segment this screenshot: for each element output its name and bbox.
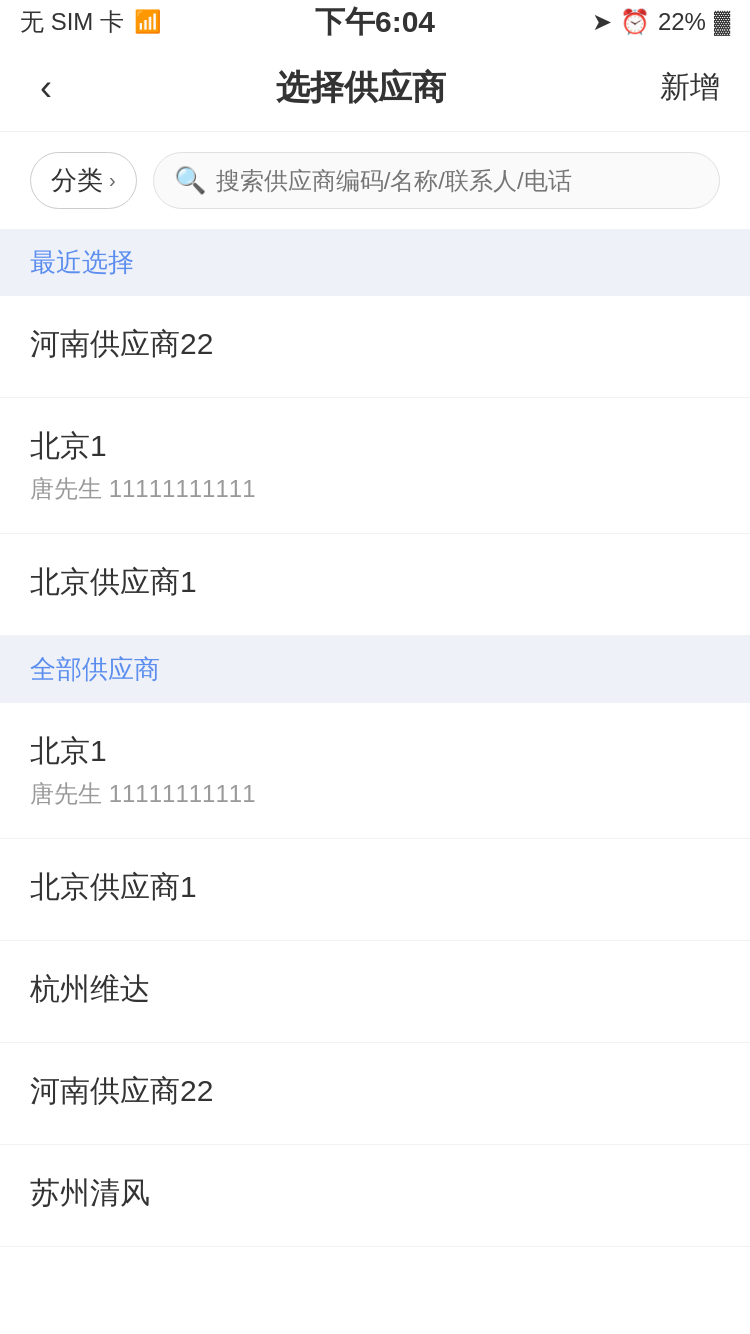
category-button[interactable]: 分类 › <box>30 152 137 209</box>
location-icon: ➤ <box>592 8 612 36</box>
recent-item-1[interactable]: 北京1 唐先生 11111111111 <box>0 398 750 534</box>
page-title: 选择供应商 <box>276 65 446 111</box>
status-right: ➤ ⏰ 22% ▓ <box>592 8 730 36</box>
filter-bar: 分类 › 🔍 <box>0 132 750 229</box>
all-item-name-4: 苏州清风 <box>30 1173 720 1214</box>
recent-section-header: 最近选择 <box>0 229 750 296</box>
search-box[interactable]: 🔍 <box>153 152 720 209</box>
all-item-name-2: 杭州维达 <box>30 969 720 1010</box>
all-item-name-1: 北京供应商1 <box>30 867 720 908</box>
all-section-label: 全部供应商 <box>30 654 160 684</box>
all-item-4[interactable]: 苏州清风 <box>0 1145 750 1247</box>
all-item-3[interactable]: 河南供应商22 <box>0 1043 750 1145</box>
status-left: 无 SIM 卡 📶 <box>20 6 161 38</box>
all-items-list: 北京1 唐先生 11111111111 北京供应商1 杭州维达 河南供应商22 … <box>0 703 750 1247</box>
all-item-name-3: 河南供应商22 <box>30 1071 720 1112</box>
recent-item-name-1: 北京1 <box>30 426 720 467</box>
category-label: 分类 <box>51 163 103 198</box>
recent-section-label: 最近选择 <box>30 247 134 277</box>
wifi-icon: 📶 <box>134 9 161 35</box>
recent-item-subtitle-1: 唐先生 11111111111 <box>30 473 720 505</box>
all-item-0[interactable]: 北京1 唐先生 11111111111 <box>0 703 750 839</box>
all-item-subtitle-0: 唐先生 11111111111 <box>30 778 720 810</box>
recent-items-list: 河南供应商22 北京1 唐先生 11111111111 北京供应商1 <box>0 296 750 636</box>
recent-item-0[interactable]: 河南供应商22 <box>0 296 750 398</box>
search-input[interactable] <box>216 167 699 195</box>
alarm-icon: ⏰ <box>620 8 650 36</box>
all-item-2[interactable]: 杭州维达 <box>0 941 750 1043</box>
all-item-1[interactable]: 北京供应商1 <box>0 839 750 941</box>
sim-status: 无 SIM 卡 <box>20 6 124 38</box>
recent-item-2[interactable]: 北京供应商1 <box>0 534 750 636</box>
search-icon: 🔍 <box>174 165 206 196</box>
all-item-name-0: 北京1 <box>30 731 720 772</box>
all-section-header: 全部供应商 <box>0 636 750 703</box>
status-time: 下午6:04 <box>315 2 435 43</box>
battery-level: 22% <box>658 8 706 36</box>
battery-icon: ▓ <box>714 9 730 35</box>
back-button[interactable]: ‹ <box>30 57 62 119</box>
add-button[interactable]: 新增 <box>660 67 720 108</box>
chevron-right-icon: › <box>109 169 116 192</box>
nav-bar: ‹ 选择供应商 新增 <box>0 44 750 132</box>
status-bar: 无 SIM 卡 📶 下午6:04 ➤ ⏰ 22% ▓ <box>0 0 750 44</box>
recent-item-name-2: 北京供应商1 <box>30 562 720 603</box>
recent-item-name-0: 河南供应商22 <box>30 324 720 365</box>
